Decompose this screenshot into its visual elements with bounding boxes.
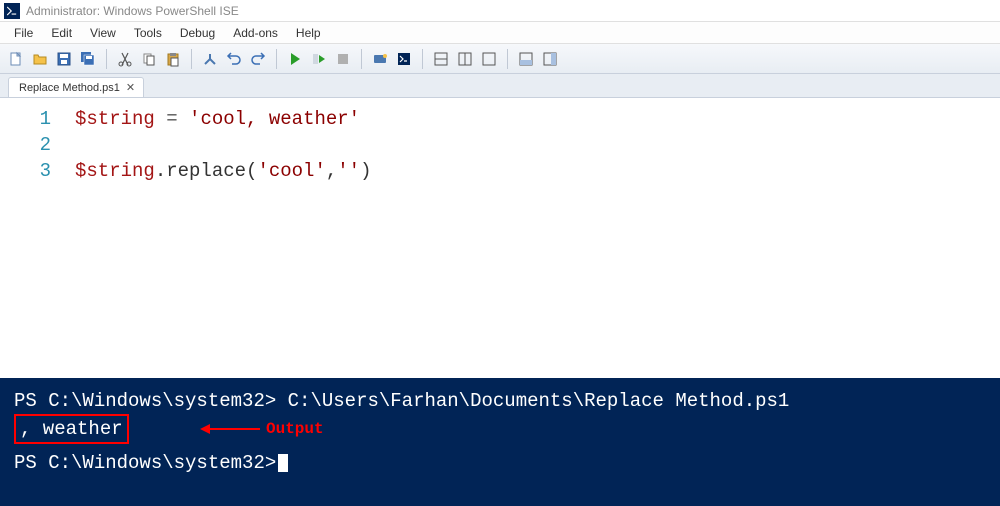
save-all-icon[interactable] [78,49,98,69]
code-line-3: 3 $string.replace('cool','') [0,158,1000,184]
copy-icon[interactable] [139,49,159,69]
code-line-1: 1 $string = 'cool, weather' [0,106,1000,132]
separator [106,49,107,69]
file-tab[interactable]: Replace Method.ps1 ✕ [8,77,144,97]
command: C:\Users\Farhan\Documents\Replace Method… [288,390,790,412]
menubar: File Edit View Tools Debug Add-ons Help [0,22,1000,44]
pane-tool-icon[interactable] [540,49,560,69]
line-number: 1 [0,106,75,132]
pane-cmd-icon[interactable] [516,49,536,69]
window-title: Administrator: Windows PowerShell ISE [26,4,239,18]
remote-icon[interactable] [370,49,390,69]
paste-icon[interactable] [163,49,183,69]
redo-icon[interactable] [248,49,268,69]
menu-help[interactable]: Help [288,24,329,42]
tab-label: Replace Method.ps1 [19,82,120,94]
save-icon[interactable] [54,49,74,69]
cursor [278,454,288,472]
pane-max-icon[interactable] [479,49,499,69]
separator [191,49,192,69]
new-file-icon[interactable] [6,49,26,69]
menu-file[interactable]: File [6,24,41,42]
open-folder-icon[interactable] [30,49,50,69]
console-line-output: , weather [14,414,986,444]
line-number: 2 [0,132,75,158]
script-editor[interactable]: 1 $string = 'cool, weather' 2 3 $string.… [0,98,1000,378]
output-text: , weather [14,414,129,444]
menu-debug[interactable]: Debug [172,24,223,42]
menu-tools[interactable]: Tools [126,24,170,42]
code-content: $string.replace('cool','') [75,158,372,184]
menu-edit[interactable]: Edit [43,24,80,42]
stop-icon[interactable] [333,49,353,69]
pane-script-icon[interactable] [431,49,451,69]
code-line-2: 2 [0,132,1000,158]
line-number: 3 [0,158,75,184]
run-icon[interactable] [285,49,305,69]
undo-icon[interactable] [224,49,244,69]
console-line-2: PS C:\Windows\system32> [14,450,986,476]
separator [422,49,423,69]
annotation-label: Output [266,416,324,442]
menu-view[interactable]: View [82,24,124,42]
close-icon[interactable]: ✕ [126,81,135,94]
console-pane[interactable]: PS C:\Windows\system32> C:\Users\Farhan\… [0,378,1000,506]
titlebar: Administrator: Windows PowerShell ISE [0,0,1000,22]
run-selection-icon[interactable] [309,49,329,69]
console-line-1: PS C:\Windows\system32> C:\Users\Farhan\… [14,388,986,414]
separator [507,49,508,69]
code-content: $string = 'cool, weather' [75,106,360,132]
prompt: PS C:\Windows\system32> [14,452,276,474]
clear-icon[interactable] [200,49,220,69]
toolbar [0,44,1000,74]
prompt: PS C:\Windows\system32> [14,390,288,412]
separator [361,49,362,69]
separator [276,49,277,69]
annotation-arrow: Output [200,416,324,442]
tabbar: Replace Method.ps1 ✕ [0,74,1000,98]
powershell-icon[interactable] [394,49,414,69]
cut-icon[interactable] [115,49,135,69]
menu-addons[interactable]: Add-ons [225,24,286,42]
pane-side-icon[interactable] [455,49,475,69]
app-icon [4,3,20,19]
